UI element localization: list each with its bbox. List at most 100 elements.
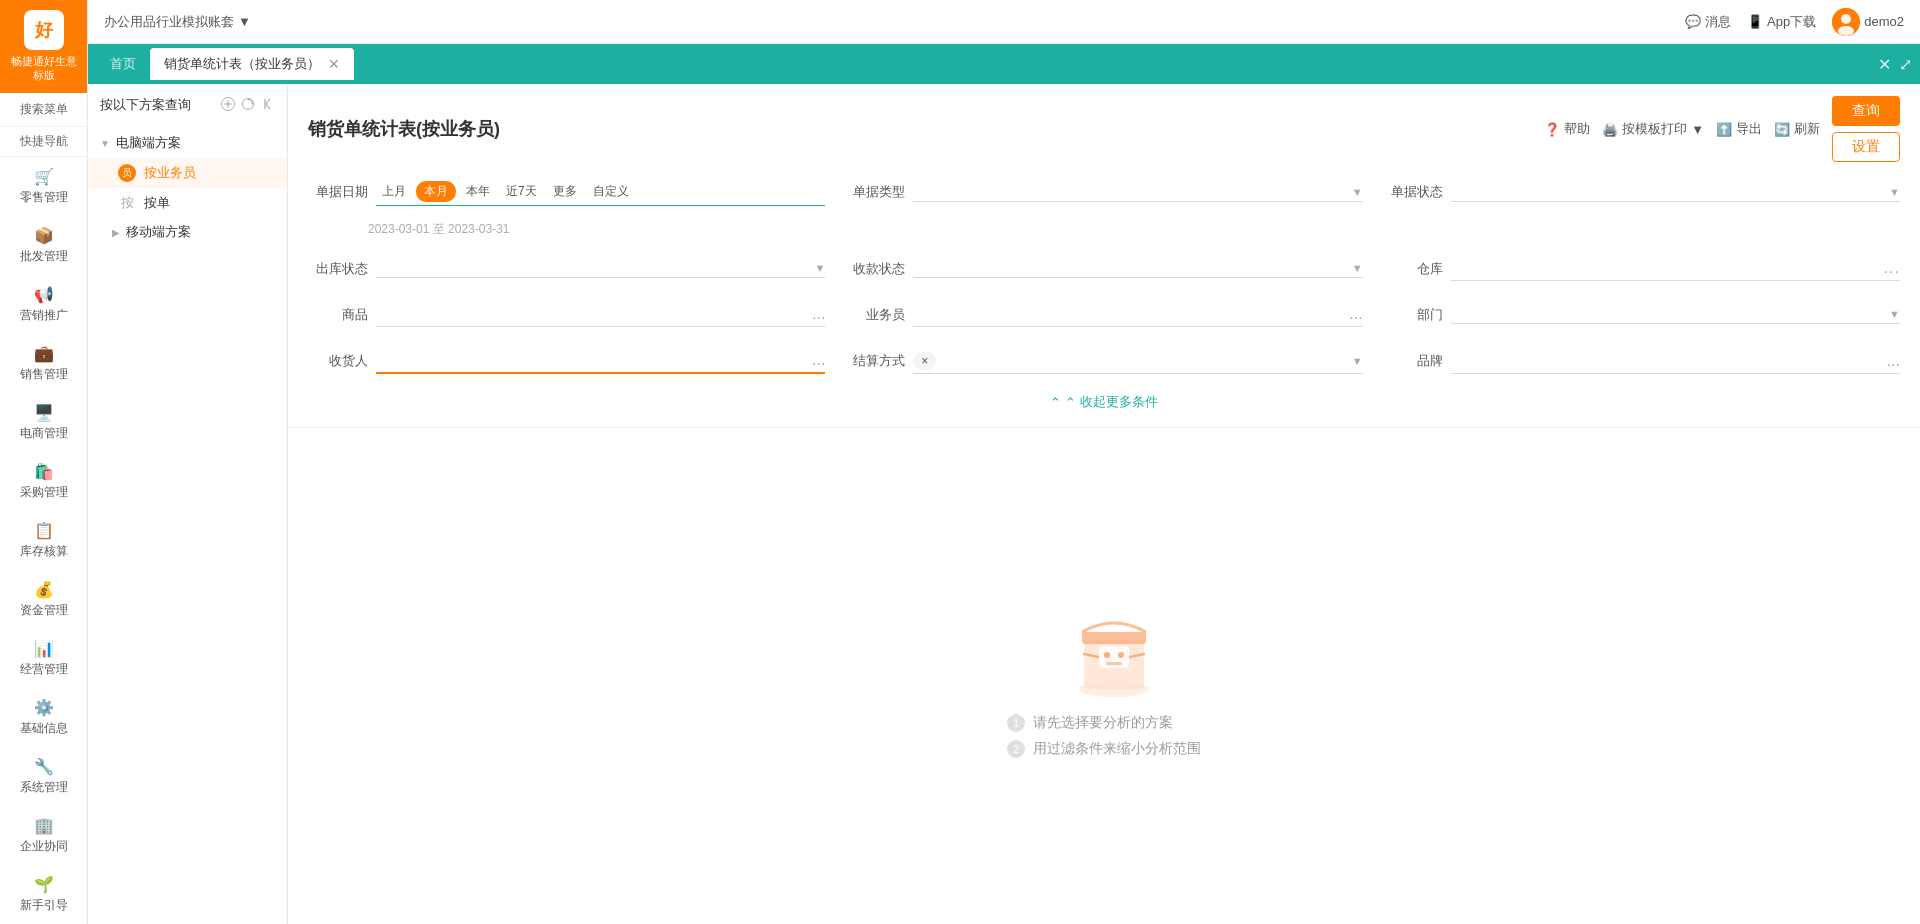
collapse-panel-button[interactable] (261, 97, 275, 114)
schema-group-mobile[interactable]: ▶ 移动端方案 (88, 218, 287, 246)
sidebar-item-newbie[interactable]: 🌱 新手引导 (0, 865, 87, 924)
tab-bar: 首页 销货单统计表（按业务员） ✕ ✕ ⤢ (88, 44, 1920, 84)
wholesale-icon: 📦 (34, 226, 54, 245)
filter-type: 单据类型 ▼ (845, 172, 1362, 213)
brand-control[interactable]: ... (1451, 349, 1900, 374)
print-label: 按模板打印 (1622, 120, 1687, 138)
svg-rect-13 (1082, 632, 1146, 644)
date-btn-this-month[interactable]: 本月 (416, 181, 456, 202)
message-icon: 💬 (1685, 14, 1701, 29)
schema-item-order-icon: 按 (118, 194, 136, 212)
collapse-up-icon: ⌃ ⌃ (1050, 395, 1076, 410)
sidebar-item-newbie-label: 新手引导 (20, 897, 68, 914)
add-schema-button[interactable] (221, 97, 235, 114)
company-selector[interactable]: 办公用品行业模拟账套 ▼ (104, 13, 251, 31)
collapse-button[interactable]: ⌃ ⌃ 收起更多条件 (1040, 389, 1168, 415)
sidebar-item-basic[interactable]: ⚙️ 基础信息 (0, 688, 87, 747)
tab-close-icon[interactable]: ✕ (328, 56, 340, 72)
type-filter-control[interactable]: ▼ (913, 183, 1362, 202)
schema-desktop-items: 员 按业务员 按 按单 (88, 158, 287, 218)
goods-label: 商品 (308, 306, 368, 324)
status-dropdown-icon: ▼ (1889, 186, 1900, 198)
avatar (1832, 8, 1860, 36)
schema-item-by-salesman[interactable]: 员 按业务员 (88, 158, 287, 188)
window-maximize-button[interactable]: ⤢ (1899, 55, 1912, 74)
window-close-button[interactable]: ✕ (1878, 55, 1891, 74)
date-btn-custom[interactable]: 自定义 (587, 181, 635, 202)
schema-item-order-label: 按单 (144, 194, 170, 212)
sidebar-item-ecom[interactable]: 🖥️ 电商管理 (0, 393, 87, 452)
page-title: 销货单统计表(按业务员) (308, 117, 500, 141)
salesman-dots: ... (1349, 305, 1362, 323)
sidebar-item-finance[interactable]: 💰 资金管理 (0, 570, 87, 629)
sidebar-item-marketing[interactable]: 📢 营销推广 (0, 275, 87, 334)
sidebar-item-retail-label: 零售管理 (20, 189, 68, 206)
sidebar-item-inventory[interactable]: 📋 库存核算 (0, 511, 87, 570)
sidebar-item-wholesale[interactable]: 📦 批发管理 (0, 216, 87, 275)
help-button[interactable]: ❓ 帮助 (1544, 120, 1590, 138)
receiver-control[interactable]: ... (376, 348, 825, 374)
settle-control[interactable]: × ▼ (913, 349, 1362, 374)
sidebar-item-operations[interactable]: 📊 经营管理 (0, 629, 87, 688)
date-btn-last-month[interactable]: 上月 (376, 181, 412, 202)
brand-label: 品牌 (1383, 352, 1443, 370)
svg-rect-19 (1106, 662, 1122, 665)
refresh-button[interactable]: 🔄 刷新 (1774, 120, 1820, 138)
out-status-control[interactable]: ▼ (376, 259, 825, 278)
empty-tip-1: 1 请先选择要分析的方案 (1007, 714, 1201, 732)
tab-home[interactable]: 首页 (96, 48, 150, 80)
salesman-control[interactable]: ... (913, 302, 1362, 327)
main-area: 办公用品行业模拟账套 ▼ 💬 消息 📱 App下载 demo2 首页 (88, 0, 1920, 924)
left-panel: 按以下方案查询 ▼ 电脑端方案 (88, 84, 288, 924)
status-filter-control[interactable]: ▼ (1451, 183, 1900, 202)
warehouse-control[interactable]: ... (1451, 256, 1900, 281)
refresh-label: 刷新 (1794, 120, 1820, 138)
user-action[interactable]: demo2 (1832, 8, 1904, 36)
date-btn-more[interactable]: 更多 (547, 181, 583, 202)
schema-item-by-order[interactable]: 按 按单 (88, 188, 287, 218)
sidebar-search[interactable]: 搜索菜单 (0, 93, 87, 127)
refresh-schema-button[interactable] (241, 97, 255, 114)
date-filter-label: 单据日期 (308, 183, 368, 201)
sidebar-quicknav[interactable]: 快捷导航 (0, 127, 87, 157)
pay-status-control[interactable]: ▼ (913, 259, 1362, 278)
sidebar-item-sales[interactable]: 💼 销售管理 (0, 334, 87, 393)
message-label: 消息 (1705, 13, 1731, 31)
date-btn-this-year[interactable]: 本年 (460, 181, 496, 202)
left-panel-actions (221, 97, 275, 114)
svg-point-1 (1841, 14, 1851, 24)
pay-status-dropdown: ▼ (1352, 262, 1363, 274)
sidebar-logo[interactable]: 好 畅捷通好生意 标版 (0, 0, 87, 93)
filter-brand: 品牌 ... (1383, 342, 1900, 381)
tab-sales-stats[interactable]: 销货单统计表（按业务员） ✕ (150, 48, 354, 80)
export-button[interactable]: ⬆️ 导出 (1716, 120, 1762, 138)
print-button[interactable]: 🖨️ 按模板打印 ▼ (1602, 120, 1704, 138)
schema-group-mobile-label: 移动端方案 (126, 223, 191, 241)
date-btn-7days[interactable]: 近7天 (500, 181, 543, 202)
company-name: 办公用品行业模拟账套 (104, 13, 234, 31)
settle-tag[interactable]: × (913, 352, 936, 370)
filter-area: 单据日期 上月 本月 本年 近7天 更多 自定义 单据类型 (308, 172, 1900, 385)
settle-x-icon[interactable]: × (921, 354, 928, 368)
tab-bar-right: ✕ ⤢ (1878, 55, 1920, 74)
filter-warehouse: 仓库 ... (1383, 250, 1900, 288)
filter-status: 单据状态 ▼ (1383, 172, 1900, 213)
sidebar-item-enterprise[interactable]: 🏢 企业协同 (0, 806, 87, 865)
dept-control[interactable]: ▼ (1451, 305, 1900, 324)
message-action[interactable]: 💬 消息 (1685, 13, 1731, 31)
query-button[interactable]: 查询 (1832, 96, 1900, 126)
sidebar-item-purchase[interactable]: 🛍️ 采购管理 (0, 452, 87, 511)
sidebar-item-retail[interactable]: 🛒 零售管理 (0, 157, 87, 216)
filter-salesman: 业务员 ... (845, 296, 1362, 334)
warehouse-dots: ... (1884, 259, 1900, 277)
app-download-action[interactable]: 📱 App下载 (1747, 13, 1816, 31)
settings-button[interactable]: 设置 (1832, 132, 1900, 162)
filter-pay-status: 收款状态 ▼ (845, 250, 1362, 288)
search-menu-label: 搜索菜单 (6, 101, 81, 118)
sidebar-item-wholesale-label: 批发管理 (20, 248, 68, 265)
goods-control[interactable]: ... (376, 302, 825, 327)
schema-group-desktop[interactable]: ▼ 电脑端方案 (88, 128, 287, 158)
app-download-icon: 📱 (1747, 14, 1763, 29)
svg-point-6 (243, 98, 254, 109)
sidebar-item-system[interactable]: 🔧 系统管理 (0, 747, 87, 806)
